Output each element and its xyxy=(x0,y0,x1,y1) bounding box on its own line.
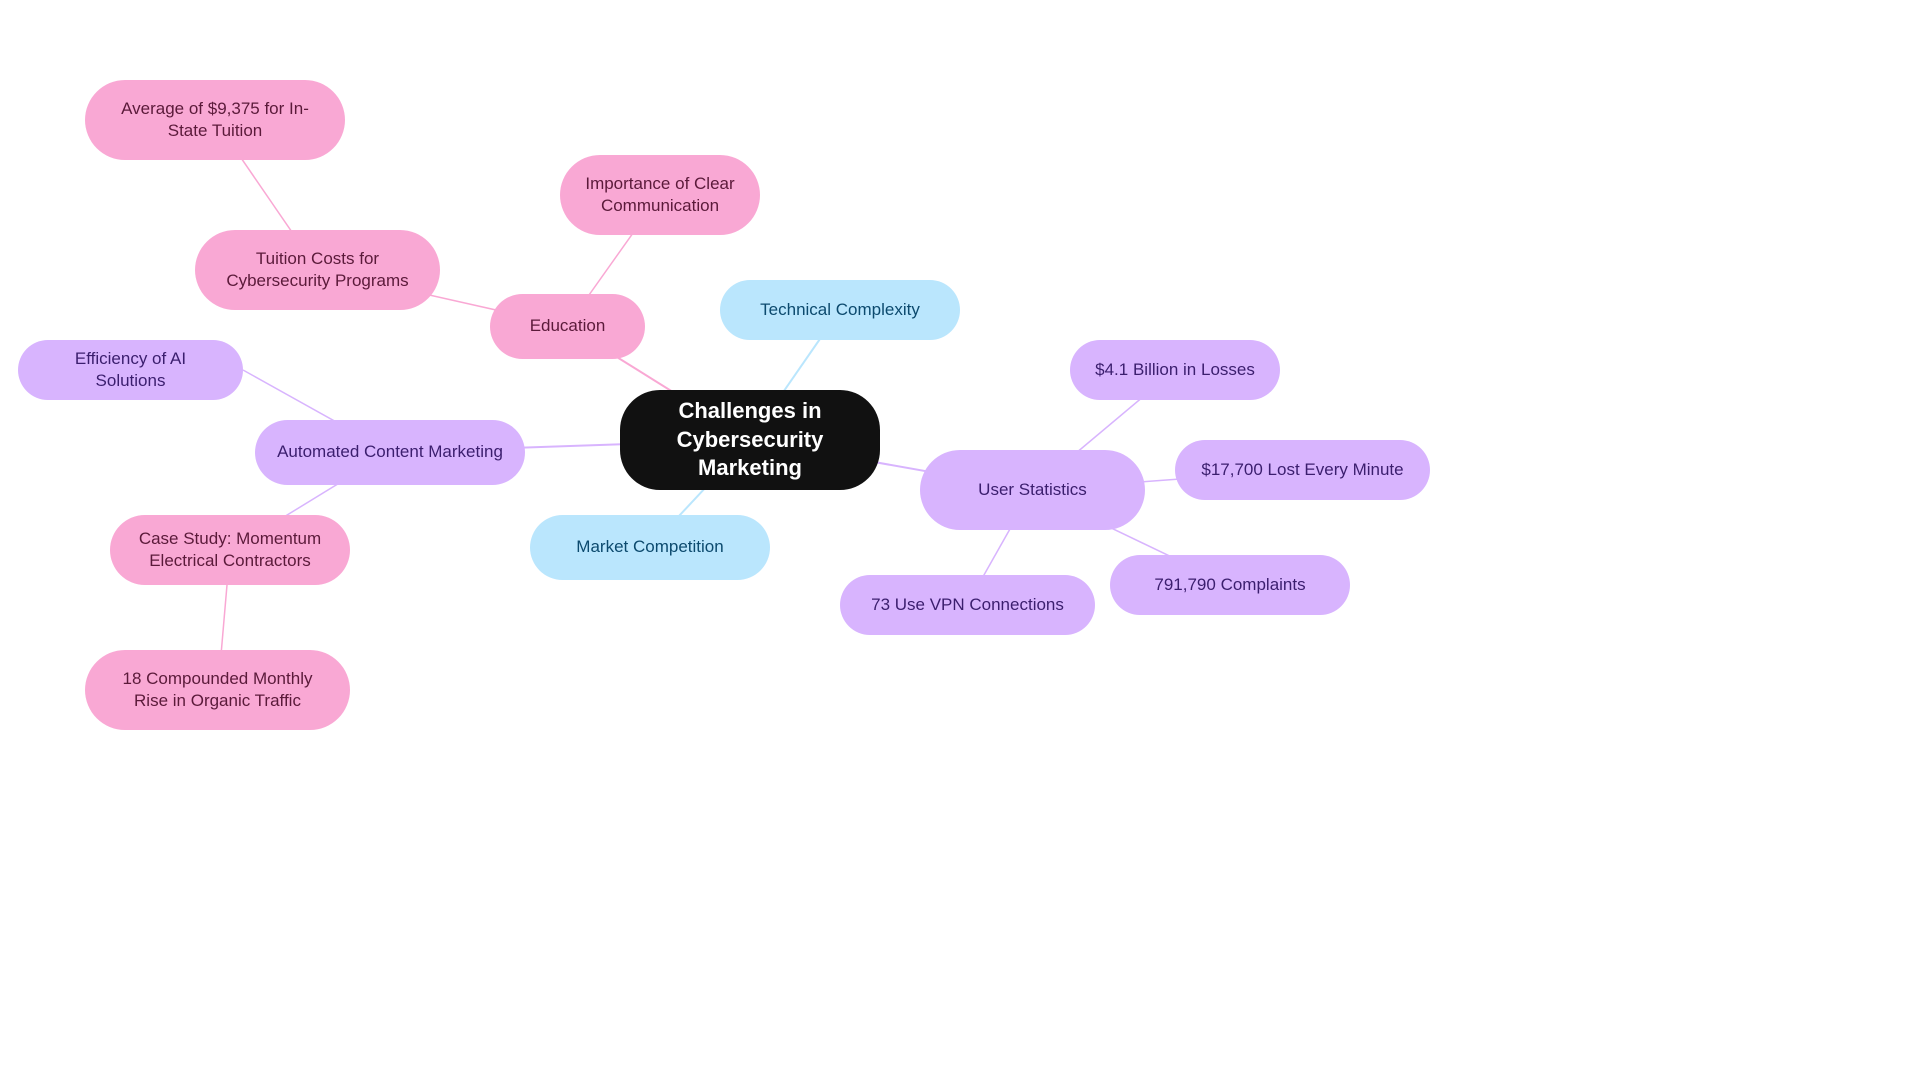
market-label: Market Competition xyxy=(576,536,723,558)
importance-label: Importance of Clear Communication xyxy=(580,173,740,217)
user-node: User Statistics xyxy=(920,450,1145,530)
casestudy-node: Case Study: Momentum Electrical Contract… xyxy=(110,515,350,585)
automated-node: Automated Content Marketing xyxy=(255,420,525,485)
average-node: Average of $9,375 for In-State Tuition xyxy=(85,80,345,160)
compounded-label: 18 Compounded Monthly Rise in Organic Tr… xyxy=(105,668,330,712)
technical-label: Technical Complexity xyxy=(760,299,920,321)
technical-node: Technical Complexity xyxy=(720,280,960,340)
center-node: Challenges in Cybersecurity Marketing xyxy=(620,390,880,490)
complaints-node: 791,790 Complaints xyxy=(1110,555,1350,615)
automated-label: Automated Content Marketing xyxy=(277,441,503,463)
vpn-label: 73 Use VPN Connections xyxy=(871,594,1064,616)
education-label: Education xyxy=(530,315,606,337)
average-label: Average of $9,375 for In-State Tuition xyxy=(105,98,325,142)
lost-label: $17,700 Lost Every Minute xyxy=(1201,459,1403,481)
user-label: User Statistics xyxy=(978,479,1087,501)
billion-label: $4.1 Billion in Losses xyxy=(1095,359,1255,381)
casestudy-label: Case Study: Momentum Electrical Contract… xyxy=(130,528,330,572)
tuition-node: Tuition Costs for Cybersecurity Programs xyxy=(195,230,440,310)
lost-node: $17,700 Lost Every Minute xyxy=(1175,440,1430,500)
tuition-label: Tuition Costs for Cybersecurity Programs xyxy=(215,248,420,292)
education-node: Education xyxy=(490,294,645,359)
complaints-label: 791,790 Complaints xyxy=(1154,574,1305,596)
vpn-node: 73 Use VPN Connections xyxy=(840,575,1095,635)
market-node: Market Competition xyxy=(530,515,770,580)
efficiency-label: Efficiency of AI Solutions xyxy=(38,348,223,392)
importance-node: Importance of Clear Communication xyxy=(560,155,760,235)
compounded-node: 18 Compounded Monthly Rise in Organic Tr… xyxy=(85,650,350,730)
center-label: Challenges in Cybersecurity Marketing xyxy=(640,397,860,483)
billion-node: $4.1 Billion in Losses xyxy=(1070,340,1280,400)
efficiency-node: Efficiency of AI Solutions xyxy=(18,340,243,400)
